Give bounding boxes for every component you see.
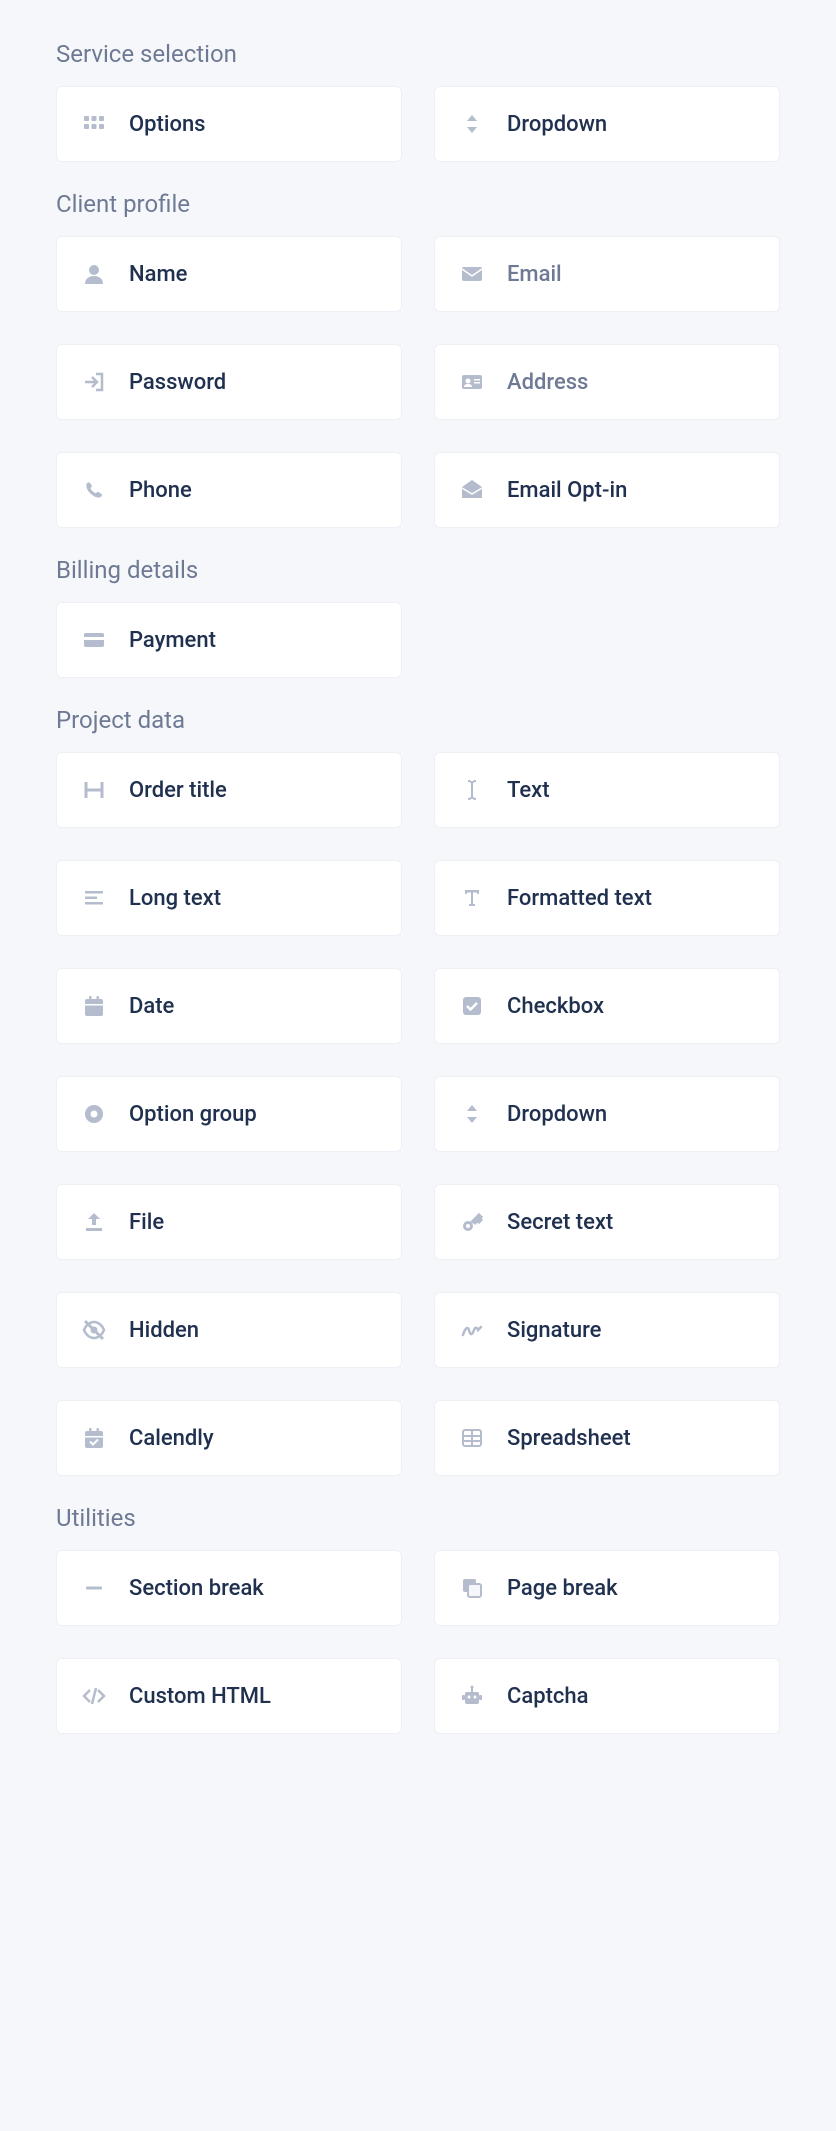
field-type-card[interactable]: Hidden: [56, 1292, 402, 1368]
field-type-card[interactable]: Option group: [56, 1076, 402, 1152]
field-type-card[interactable]: Date: [56, 968, 402, 1044]
card-grid: Name Email Password Address Phone Email Opt-i…: [56, 236, 780, 528]
field-type-card[interactable]: Custom HTML: [56, 1658, 402, 1734]
field-type-label: Checkbox: [507, 994, 604, 1019]
field-type-label: Signature: [507, 1318, 601, 1343]
field-type-label: Section break: [129, 1576, 264, 1601]
align-left-icon: [81, 885, 107, 911]
field-type-card[interactable]: Options: [56, 86, 402, 162]
font-icon: [459, 885, 485, 911]
field-type-label: Phone: [129, 478, 192, 503]
field-type-label: Name: [129, 262, 187, 287]
envelope-icon: [459, 261, 485, 287]
field-type-label: Calendly: [129, 1426, 214, 1451]
table-icon: [459, 1425, 485, 1451]
card-grid: Options Dropdown: [56, 86, 780, 162]
field-type-card[interactable]: Signature: [434, 1292, 780, 1368]
section-title: Billing details: [56, 556, 780, 584]
upload-icon: [81, 1209, 107, 1235]
card-grid: Order title Text Long text Formatted text Da…: [56, 752, 780, 1476]
field-type-label: Hidden: [129, 1318, 199, 1343]
field-type-label: Captcha: [507, 1684, 588, 1709]
section-title: Project data: [56, 706, 780, 734]
field-type-label: Email: [507, 262, 562, 287]
field-type-label: Custom HTML: [129, 1684, 271, 1709]
credit-card-icon: [81, 627, 107, 653]
key-icon: [459, 1209, 485, 1235]
field-type-label: Payment: [129, 628, 216, 653]
field-type-card[interactable]: Text: [434, 752, 780, 828]
field-type-card[interactable]: Calendly: [56, 1400, 402, 1476]
field-type-label: Spreadsheet: [507, 1426, 631, 1451]
section: Billing details Payment: [56, 556, 780, 678]
heading-icon: [81, 777, 107, 803]
section-title: Service selection: [56, 40, 780, 68]
signature-icon: [459, 1317, 485, 1343]
section: Client profile Name Email Password Address Ph…: [56, 190, 780, 528]
copy-icon: [459, 1575, 485, 1601]
sort-icon: [459, 1101, 485, 1127]
field-type-card[interactable]: Password: [56, 344, 402, 420]
field-type-card[interactable]: Email: [434, 236, 780, 312]
address-card-icon: [459, 369, 485, 395]
section: Utilities Section break Page break Custom H…: [56, 1504, 780, 1734]
code-icon: [81, 1683, 107, 1709]
field-type-card[interactable]: Address: [434, 344, 780, 420]
field-type-label: Secret text: [507, 1210, 613, 1235]
field-type-card[interactable]: File: [56, 1184, 402, 1260]
field-type-label: File: [129, 1210, 164, 1235]
section: Project data Order title Text Long text Form…: [56, 706, 780, 1476]
field-type-label: Text: [507, 778, 550, 803]
robot-icon: [459, 1683, 485, 1709]
field-type-card[interactable]: Name: [56, 236, 402, 312]
eye-slash-icon: [81, 1317, 107, 1343]
field-type-label: Date: [129, 994, 174, 1019]
field-type-card[interactable]: Captcha: [434, 1658, 780, 1734]
dot-circle-icon: [81, 1101, 107, 1127]
section-title: Client profile: [56, 190, 780, 218]
field-type-label: Long text: [129, 886, 221, 911]
field-type-label: Page break: [507, 1576, 618, 1601]
field-type-card[interactable]: Spreadsheet: [434, 1400, 780, 1476]
field-type-card[interactable]: Long text: [56, 860, 402, 936]
text-cursor-icon: [459, 777, 485, 803]
field-type-card[interactable]: Payment: [56, 602, 402, 678]
calendar-check-icon: [81, 1425, 107, 1451]
section: Service selection Options Dropdown: [56, 40, 780, 162]
envelope-open-icon: [459, 477, 485, 503]
field-type-label: Formatted text: [507, 886, 652, 911]
minus-icon: [81, 1575, 107, 1601]
field-type-card[interactable]: Section break: [56, 1550, 402, 1626]
field-type-label: Address: [507, 370, 588, 395]
check-square-icon: [459, 993, 485, 1019]
phone-icon: [81, 477, 107, 503]
field-type-card[interactable]: Formatted text: [434, 860, 780, 936]
field-type-label: Email Opt-in: [507, 478, 627, 503]
field-type-card[interactable]: Secret text: [434, 1184, 780, 1260]
section-title: Utilities: [56, 1504, 780, 1532]
card-grid: Section break Page break Custom HTML Captch…: [56, 1550, 780, 1734]
field-type-label: Order title: [129, 778, 227, 803]
field-type-card[interactable]: Page break: [434, 1550, 780, 1626]
field-type-card[interactable]: Dropdown: [434, 86, 780, 162]
field-type-card[interactable]: Checkbox: [434, 968, 780, 1044]
grid-icon: [81, 111, 107, 137]
sort-icon: [459, 111, 485, 137]
field-type-card[interactable]: Order title: [56, 752, 402, 828]
login-icon: [81, 369, 107, 395]
card-grid: Payment: [56, 602, 780, 678]
calendar-icon: [81, 993, 107, 1019]
field-type-card[interactable]: Email Opt-in: [434, 452, 780, 528]
field-type-label: Options: [129, 112, 206, 137]
field-type-card[interactable]: Phone: [56, 452, 402, 528]
field-type-label: Dropdown: [507, 1102, 607, 1127]
field-type-label: Option group: [129, 1102, 257, 1127]
field-type-label: Password: [129, 370, 226, 395]
field-type-label: Dropdown: [507, 112, 607, 137]
field-type-card[interactable]: Dropdown: [434, 1076, 780, 1152]
user-icon: [81, 261, 107, 287]
